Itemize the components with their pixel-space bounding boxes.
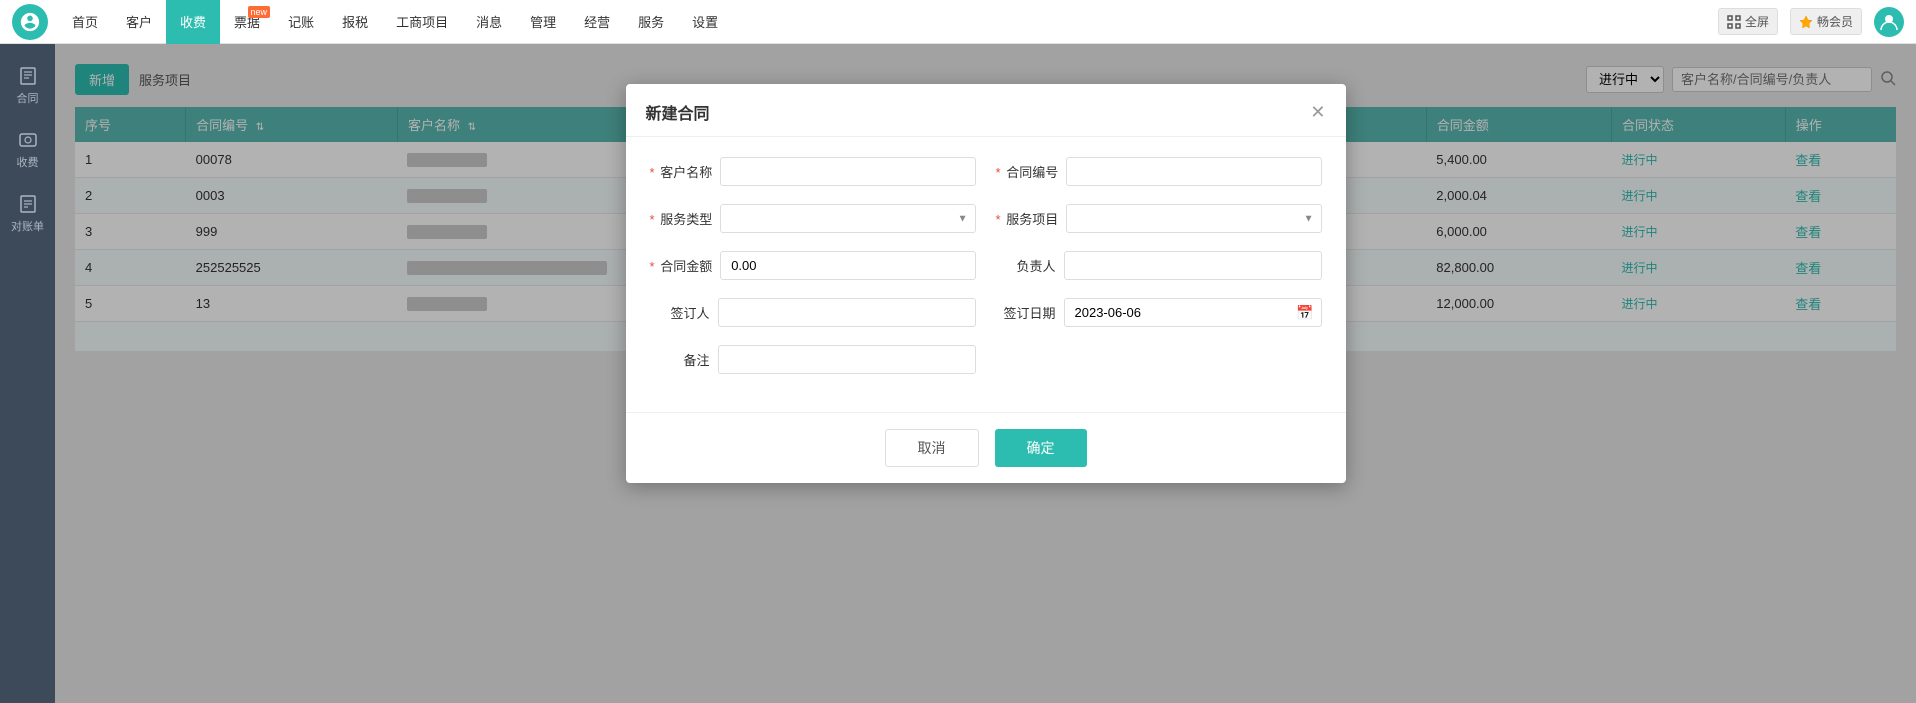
form-group-service-project: * 服务项目: [996, 204, 1322, 233]
new-badge: new: [248, 6, 271, 18]
avatar[interactable]: [1874, 7, 1904, 37]
form-row-5: 备注: [650, 345, 1322, 374]
responsible-person-input[interactable]: [1064, 251, 1322, 280]
nav-item-fee[interactable]: 收费: [166, 0, 220, 44]
nav-item-manage[interactable]: 管理: [516, 0, 570, 44]
signer-input[interactable]: [718, 298, 976, 327]
new-contract-modal: 新建合同 ✕ * 客户名称: [626, 84, 1346, 483]
form-group-remark: 备注: [650, 345, 976, 374]
form-group-customer-name: * 客户名称: [650, 157, 976, 186]
sidebar-item-statement[interactable]: 对账单: [0, 182, 55, 246]
service-project-form-label: * 服务项目: [996, 209, 1059, 228]
sidebar-contract-label: 合同: [17, 90, 39, 106]
customer-name-label: * 客户名称: [650, 162, 713, 181]
nav-item-accounting[interactable]: 记账: [274, 0, 328, 44]
modal-body: * 客户名称 * 合同编号: [626, 137, 1346, 412]
modal-footer: 取消 确定: [626, 412, 1346, 483]
form-group-placeholder: [996, 345, 1322, 374]
form-group-contract-amount: * 合同金额: [650, 251, 976, 280]
service-type-label: * 服务类型: [650, 209, 713, 228]
form-row-1: * 客户名称 * 合同编号: [650, 157, 1322, 186]
sign-date-input[interactable]: [1064, 298, 1322, 327]
sidebar-item-fee[interactable]: 收费: [0, 118, 55, 182]
content-area: 新增 服务项目 进行中 已完成 已取消: [55, 44, 1916, 703]
form-row-3: * 合同金额 负责人: [650, 251, 1322, 280]
signer-label: 签订人: [650, 303, 710, 322]
responsible-person-label: 负责人: [996, 256, 1056, 275]
main-layout: 合同 收费 对账单 新增 服务项目 进行中: [0, 44, 1916, 703]
fullscreen-label: 全屏: [1745, 13, 1769, 30]
service-project-select[interactable]: [1066, 204, 1321, 233]
contract-amount-input[interactable]: [720, 251, 975, 280]
nav-items: 首页 客户 收费 票据 new 记账 报税 工商项目 消息 管理 经营 服务 设…: [58, 0, 1718, 44]
modal-header: 新建合同 ✕: [626, 84, 1346, 137]
form-group-responsible: 负责人: [996, 251, 1322, 280]
nav-item-operation[interactable]: 经营: [570, 0, 624, 44]
contract-no-input[interactable]: [1066, 157, 1321, 186]
sign-date-wrapper: 📅: [1064, 298, 1322, 327]
form-group-contract-no: * 合同编号: [996, 157, 1322, 186]
nav-item-settings[interactable]: 设置: [678, 0, 732, 44]
customer-name-input[interactable]: [720, 157, 975, 186]
service-type-select[interactable]: [720, 204, 975, 233]
nav-item-business[interactable]: 工商项目: [382, 0, 462, 44]
nav-item-home[interactable]: 首页: [58, 0, 112, 44]
modal-overlay: 新建合同 ✕ * 客户名称: [55, 44, 1916, 703]
form-group-signer: 签订人: [650, 298, 976, 327]
sign-date-label: 签订日期: [996, 303, 1056, 322]
remark-input[interactable]: [718, 345, 976, 374]
form-group-sign-date: 签订日期 📅: [996, 298, 1322, 327]
nav-item-tax[interactable]: 报税: [328, 0, 382, 44]
form-row-2: * 服务类型 * 服务项目: [650, 204, 1322, 233]
confirm-button[interactable]: 确定: [995, 429, 1087, 467]
sidebar-statement-label: 对账单: [11, 218, 44, 234]
cancel-button[interactable]: 取消: [885, 429, 979, 467]
remark-label: 备注: [650, 350, 710, 369]
nav-item-invoice[interactable]: 票据 new: [220, 0, 274, 44]
modal-title: 新建合同: [646, 100, 710, 124]
contract-no-label: * 合同编号: [996, 162, 1059, 181]
nav-item-service[interactable]: 服务: [624, 0, 678, 44]
form-group-service-type: * 服务类型: [650, 204, 976, 233]
form-row-4: 签订人 签订日期 📅: [650, 298, 1322, 327]
logo: [12, 4, 48, 40]
service-project-select-wrapper: [1066, 204, 1321, 233]
nav-item-customer[interactable]: 客户: [112, 0, 166, 44]
sidebar-item-contract[interactable]: 合同: [0, 54, 55, 118]
contract-amount-label: * 合同金额: [650, 256, 713, 275]
nav-item-message[interactable]: 消息: [462, 0, 516, 44]
modal-close-button[interactable]: ✕: [1310, 102, 1325, 123]
vip-button[interactable]: 畅会员: [1790, 8, 1862, 35]
service-type-select-wrapper: [720, 204, 975, 233]
top-nav-right: 全屏 畅会员: [1718, 7, 1904, 37]
fullscreen-button[interactable]: 全屏: [1718, 8, 1778, 35]
sidebar: 合同 收费 对账单: [0, 44, 55, 703]
sidebar-fee-label: 收费: [17, 154, 39, 170]
top-nav: 首页 客户 收费 票据 new 记账 报税 工商项目 消息 管理 经营 服务 设…: [0, 0, 1916, 44]
vip-label: 畅会员: [1817, 13, 1853, 30]
